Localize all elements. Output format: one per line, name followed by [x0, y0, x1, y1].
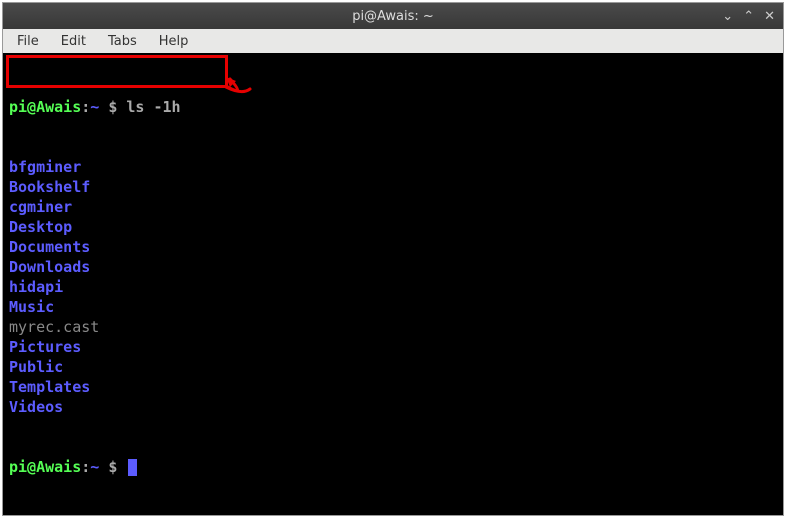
- terminal-window: pi@Awais: ~ ⌄ ⌃ ✕ File Edit Tabs Help pi…: [2, 2, 784, 516]
- prompt-colon: :: [81, 458, 90, 476]
- maximize-icon[interactable]: ⌃: [743, 10, 754, 23]
- menu-help[interactable]: Help: [149, 31, 199, 52]
- prompt-line: pi@Awais:~ $ ls -1h: [9, 97, 777, 117]
- terminal-area[interactable]: pi@Awais:~ $ ls -1h bfgminerBookshelfcgm…: [3, 53, 783, 515]
- menu-tabs[interactable]: Tabs: [98, 31, 147, 52]
- directory-entry: Bookshelf: [9, 178, 90, 196]
- prompt-user: pi@Awais: [9, 98, 81, 116]
- command-text: ls -1h: [117, 98, 180, 116]
- list-item: Music: [9, 297, 777, 317]
- window-title: pi@Awais: ~: [11, 9, 775, 24]
- directory-entry: hidapi: [9, 278, 63, 296]
- directory-entry: Templates: [9, 378, 90, 396]
- minimize-icon[interactable]: ⌄: [722, 10, 733, 23]
- directory-entry: Downloads: [9, 258, 90, 276]
- prompt-user: pi@Awais: [9, 458, 81, 476]
- menubar: File Edit Tabs Help: [3, 29, 783, 53]
- prompt-dollar: $: [108, 458, 117, 476]
- directory-entry: Videos: [9, 398, 63, 416]
- list-item: Desktop: [9, 217, 777, 237]
- list-item: cgminer: [9, 197, 777, 217]
- cursor: [128, 459, 137, 476]
- directory-entry: Music: [9, 298, 54, 316]
- prompt-path: ~: [90, 98, 108, 116]
- prompt-line-2: pi@Awais:~ $: [9, 457, 777, 477]
- directory-entry: Desktop: [9, 218, 72, 236]
- list-item: Pictures: [9, 337, 777, 357]
- window-controls: ⌄ ⌃ ✕: [722, 10, 775, 23]
- list-item: hidapi: [9, 277, 777, 297]
- directory-entry: Documents: [9, 238, 90, 256]
- menu-file[interactable]: File: [7, 31, 49, 52]
- output-listing: bfgminer Bookshelf cgminer Desktop Documents…: [9, 157, 777, 417]
- list-item: Bookshelf: [9, 177, 777, 197]
- titlebar[interactable]: pi@Awais: ~ ⌄ ⌃ ✕: [3, 3, 783, 29]
- list-item: myrec.cast: [9, 317, 777, 337]
- prompt-path: ~: [90, 458, 108, 476]
- close-icon[interactable]: ✕: [764, 10, 775, 23]
- list-item: Videos: [9, 397, 777, 417]
- file-entry: myrec.cast: [9, 318, 99, 336]
- list-item: Templates: [9, 377, 777, 397]
- prompt-colon: :: [81, 98, 90, 116]
- menu-edit[interactable]: Edit: [51, 31, 96, 52]
- list-item: Documents: [9, 237, 777, 257]
- list-item: bfgminer: [9, 157, 777, 177]
- directory-entry: bfgminer: [9, 158, 81, 176]
- directory-entry: Public: [9, 358, 63, 376]
- directory-entry: Pictures: [9, 338, 81, 356]
- directory-entry: cgminer: [9, 198, 72, 216]
- list-item: Downloads: [9, 257, 777, 277]
- list-item: Public: [9, 357, 777, 377]
